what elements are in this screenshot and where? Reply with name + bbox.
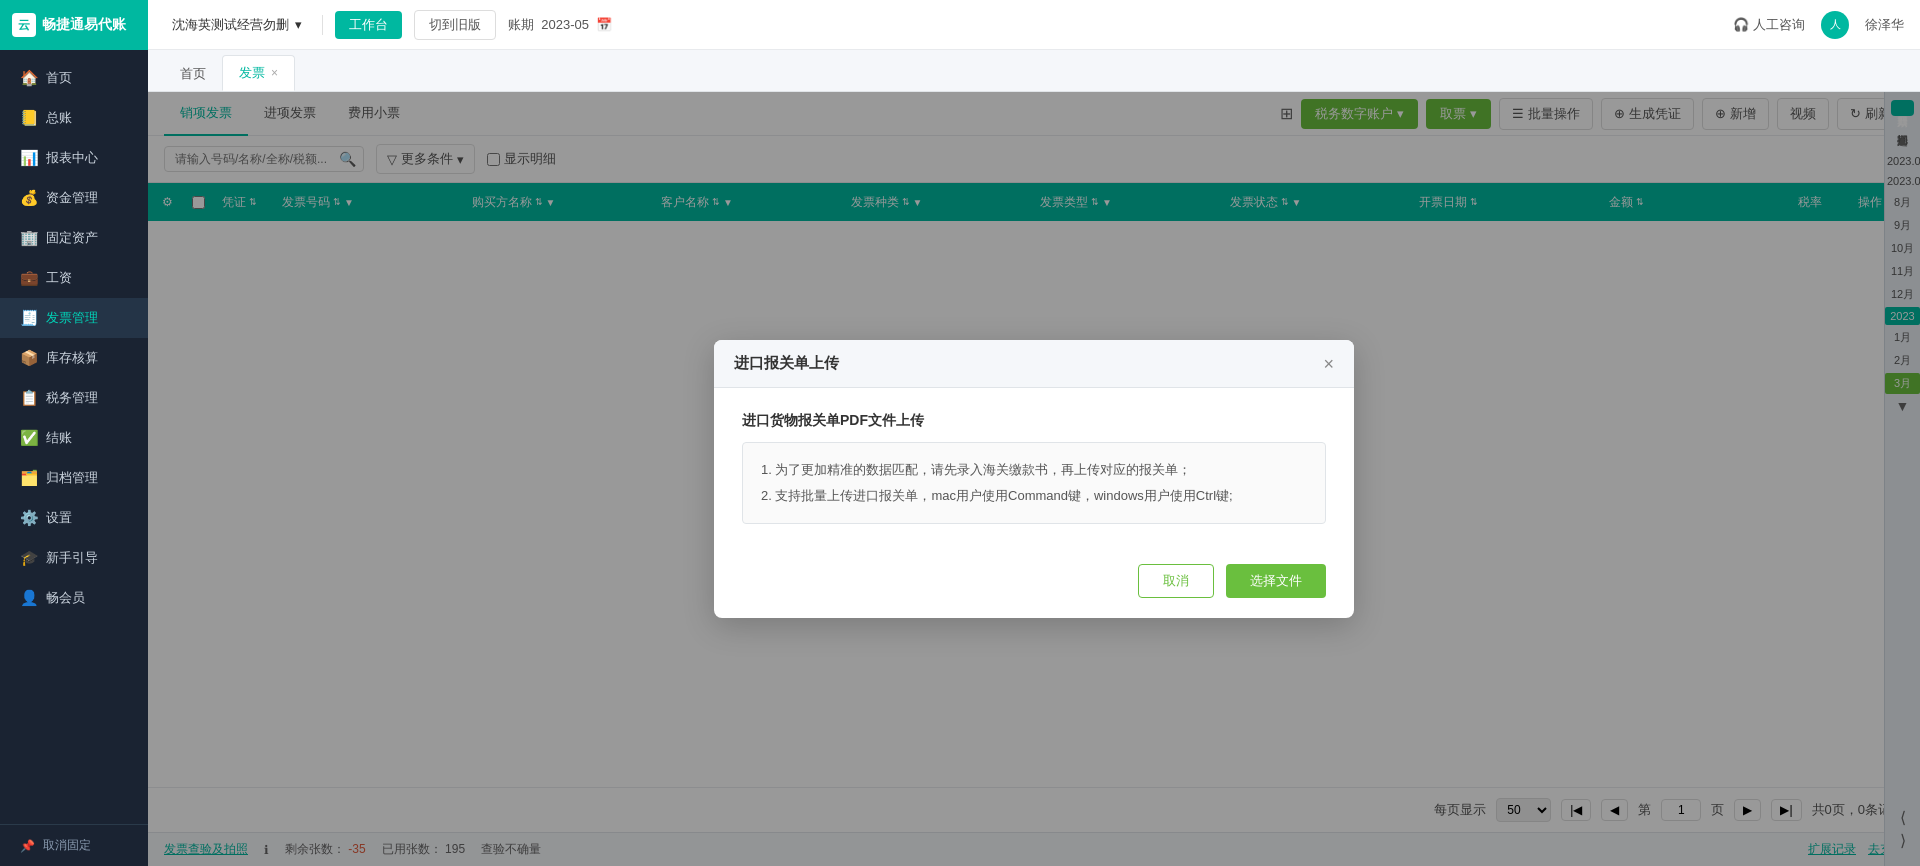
archive-icon: 🗂️ bbox=[20, 469, 36, 487]
salary-icon: 💼 bbox=[20, 269, 36, 287]
dialog-confirm-button[interactable]: 选择文件 bbox=[1226, 564, 1326, 598]
inventory-icon: 📦 bbox=[20, 349, 36, 367]
dialog-info-item-2: 2. 支持批量上传进口报关单，mac用户使用Command键，windows用户… bbox=[761, 483, 1307, 509]
sidebar-item-salary[interactable]: 💼 工资 bbox=[0, 258, 148, 298]
pin-icon: 📌 bbox=[20, 839, 35, 853]
tab-invoice[interactable]: 发票 × bbox=[222, 55, 295, 91]
logo-icon: 云 bbox=[12, 13, 36, 37]
tabbar: 首页 发票 × bbox=[148, 50, 1920, 92]
service-btn[interactable]: 🎧 人工咨询 bbox=[1733, 16, 1805, 34]
sidebar-item-guide[interactable]: 🎓 新手引导 bbox=[0, 538, 148, 578]
sidebar-item-label: 工资 bbox=[46, 269, 72, 287]
guide-icon: 🎓 bbox=[20, 549, 36, 567]
switch-version-button[interactable]: 切到旧版 bbox=[414, 10, 496, 40]
sidebar-item-settings[interactable]: ⚙️ 设置 bbox=[0, 498, 148, 538]
sidebar-item-assets[interactable]: 🏢 固定资产 bbox=[0, 218, 148, 258]
company-name: 沈海英测试经营勿删 bbox=[172, 16, 289, 34]
sidebar-item-settle[interactable]: ✅ 结账 bbox=[0, 418, 148, 458]
sidebar-item-label: 首页 bbox=[46, 69, 72, 87]
sidebar-item-label: 发票管理 bbox=[46, 309, 98, 327]
dialog-upload-title: 进口货物报关单PDF文件上传 bbox=[742, 412, 1326, 430]
dialog-info-item-1: 1. 为了更加精准的数据匹配，请先录入海关缴款书，再上传对应的报关单； bbox=[761, 457, 1307, 483]
topbar-right: 🎧 人工咨询 人 徐泽华 bbox=[1733, 11, 1904, 39]
sidebar-item-label: 畅会员 bbox=[46, 589, 85, 607]
sidebar-item-label: 固定资产 bbox=[46, 229, 98, 247]
sidebar-item-label: 归档管理 bbox=[46, 469, 98, 487]
settings-icon: ⚙️ bbox=[20, 509, 36, 527]
dialog-header: 进口报关单上传 × bbox=[714, 340, 1354, 388]
sidebar-item-label: 结账 bbox=[46, 429, 72, 447]
dialog-body: 进口货物报关单PDF文件上传 1. 为了更加精准的数据匹配，请先录入海关缴款书，… bbox=[714, 388, 1354, 548]
home-icon: 🏠 bbox=[20, 69, 36, 87]
sidebar-item-funds[interactable]: 💰 资金管理 bbox=[0, 178, 148, 218]
sidebar-item-member[interactable]: 👤 畅会员 bbox=[0, 578, 148, 618]
tab-close-icon[interactable]: × bbox=[271, 66, 278, 80]
sidebar-item-label: 总账 bbox=[46, 109, 72, 127]
service-label: 人工咨询 bbox=[1753, 16, 1805, 34]
sidebar-item-label: 新手引导 bbox=[46, 549, 98, 567]
tab-invoice-label: 发票 bbox=[239, 64, 265, 82]
content-area: 销项发票 进项发票 费用小票 ⊞ 税务数字账户 ▾ 取票 ▾ bbox=[148, 92, 1920, 866]
sidebar-item-tax[interactable]: 📋 税务管理 bbox=[0, 378, 148, 418]
funds-icon: 💰 bbox=[20, 189, 36, 207]
sidebar: 云 畅捷通易代账 🏠 首页 📒 总账 📊 报表中心 💰 资金管理 🏢 固定资产 … bbox=[0, 0, 148, 866]
dialog-cancel-button[interactable]: 取消 bbox=[1138, 564, 1214, 598]
sidebar-nav: 🏠 首页 📒 总账 📊 报表中心 💰 资金管理 🏢 固定资产 💼 工资 🧾 发票… bbox=[0, 50, 148, 824]
app-name: 畅捷通易代账 bbox=[42, 16, 126, 34]
sidebar-item-label: 设置 bbox=[46, 509, 72, 527]
sidebar-item-label: 税务管理 bbox=[46, 389, 98, 407]
ledger-icon: 📒 bbox=[20, 109, 36, 127]
company-selector[interactable]: 沈海英测试经营勿删 ▾ bbox=[164, 12, 310, 38]
member-icon: 👤 bbox=[20, 589, 36, 607]
dialog-title: 进口报关单上传 bbox=[734, 354, 839, 373]
dialog-overlay: 进口报关单上传 × 进口货物报关单PDF文件上传 1. 为了更加精准的数据匹配，… bbox=[148, 92, 1920, 866]
tax-icon: 📋 bbox=[20, 389, 36, 407]
chevron-down-icon: ▾ bbox=[295, 17, 302, 32]
main-area: 沈海英测试经营勿删 ▾ 工作台 切到旧版 账期 2023-05 📅 🎧 人工咨询… bbox=[148, 0, 1920, 866]
sidebar-item-ledger[interactable]: 📒 总账 bbox=[0, 98, 148, 138]
sidebar-item-archive[interactable]: 🗂️ 归档管理 bbox=[0, 458, 148, 498]
sidebar-footer-unpin[interactable]: 📌 取消固定 bbox=[0, 824, 148, 866]
period-label: 账期 2023-05 📅 bbox=[508, 16, 612, 34]
app-logo: 云 畅捷通易代账 bbox=[0, 0, 148, 50]
workspace-button[interactable]: 工作台 bbox=[335, 11, 402, 39]
invoice-icon: 🧾 bbox=[20, 309, 36, 327]
import-customs-dialog: 进口报关单上传 × 进口货物报关单PDF文件上传 1. 为了更加精准的数据匹配，… bbox=[714, 340, 1354, 618]
reports-icon: 📊 bbox=[20, 149, 36, 167]
sidebar-item-label: 报表中心 bbox=[46, 149, 98, 167]
assets-icon: 🏢 bbox=[20, 229, 36, 247]
tab-home-label: 首页 bbox=[180, 65, 206, 83]
topbar: 沈海英测试经营勿删 ▾ 工作台 切到旧版 账期 2023-05 📅 🎧 人工咨询… bbox=[148, 0, 1920, 50]
dialog-footer: 取消 选择文件 bbox=[714, 548, 1354, 618]
calendar-icon[interactable]: 📅 bbox=[596, 17, 612, 32]
dialog-info-box: 1. 为了更加精准的数据匹配，请先录入海关缴款书，再上传对应的报关单； 2. 支… bbox=[742, 442, 1326, 524]
topbar-divider bbox=[322, 15, 323, 35]
sidebar-item-inventory[interactable]: 📦 库存核算 bbox=[0, 338, 148, 378]
tab-home[interactable]: 首页 bbox=[164, 57, 222, 91]
headset-icon: 🎧 bbox=[1733, 17, 1749, 32]
settle-icon: ✅ bbox=[20, 429, 36, 447]
sidebar-item-invoice[interactable]: 🧾 发票管理 bbox=[0, 298, 148, 338]
dialog-close-button[interactable]: × bbox=[1323, 355, 1334, 373]
unpin-label: 取消固定 bbox=[43, 837, 91, 854]
user-avatar: 人 bbox=[1821, 11, 1849, 39]
sidebar-item-label: 资金管理 bbox=[46, 189, 98, 207]
sidebar-item-reports[interactable]: 📊 报表中心 bbox=[0, 138, 148, 178]
user-name: 徐泽华 bbox=[1865, 16, 1904, 34]
sidebar-item-label: 库存核算 bbox=[46, 349, 98, 367]
sidebar-item-home[interactable]: 🏠 首页 bbox=[0, 58, 148, 98]
